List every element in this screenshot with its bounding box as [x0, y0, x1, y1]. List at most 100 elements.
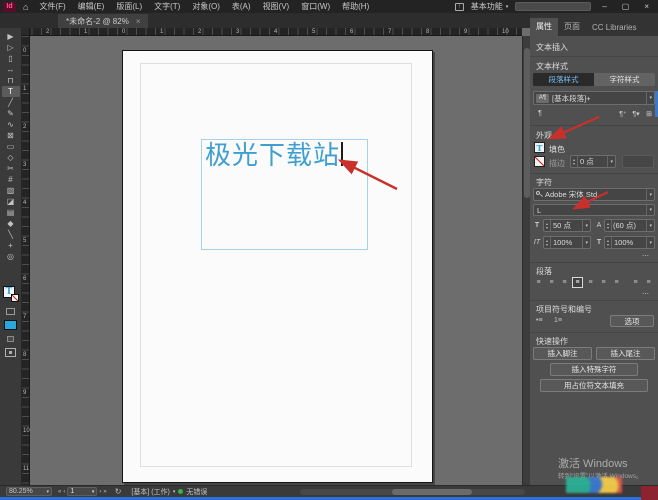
page-tool-icon[interactable]: ▯ [2, 53, 20, 64]
gradient-tool-icon[interactable]: ▧ [2, 185, 20, 196]
minimize-button[interactable]: – [598, 2, 610, 11]
close-button[interactable]: × [640, 2, 653, 11]
justify-last-left-icon[interactable]: ≡ [572, 277, 583, 288]
font-size-stepper[interactable]: ▴ ▾ 50 点 ▾ [543, 219, 591, 232]
app-logo-icon[interactable]: Id [3, 1, 16, 12]
content-collector-tool-icon[interactable]: ⊓ [2, 75, 20, 86]
insert-endnote-button[interactable]: 插入尾注 [596, 347, 655, 360]
view-mode-icon[interactable] [5, 348, 16, 357]
next-page-button[interactable]: › [99, 489, 101, 495]
paragraph-style-dropdown[interactable]: A¶ [基本段落]+ ▾ [533, 91, 655, 105]
pilcrow-icon[interactable]: ¶ [535, 110, 545, 117]
font-style-dropdown[interactable]: L ▾ [533, 204, 655, 216]
menubar-item-4[interactable]: 对象(O) [186, 1, 226, 12]
workspace-switcher[interactable]: 基本功能 ▾ [471, 1, 509, 12]
style-panel-icon[interactable]: ⊞ [644, 110, 654, 118]
text-stroke-swatch[interactable] [11, 294, 19, 302]
apply-color-icon[interactable] [7, 336, 14, 342]
frame-text[interactable]: 极光下载站 [202, 140, 367, 171]
document-tab[interactable]: *未命名-2 @ 82% × [58, 14, 149, 28]
pencil-tool-icon[interactable]: ∿ [2, 119, 20, 130]
insert-footnote-button[interactable]: 插入脚注 [533, 347, 592, 360]
insert-special-character-button[interactable]: 插入特殊字符 [550, 363, 638, 376]
free-transform-tool-icon[interactable]: # [2, 174, 20, 185]
rotate-view-icon[interactable]: ↻ [115, 487, 122, 496]
stroke-color-swatch[interactable] [534, 156, 545, 167]
restore-button[interactable]: ▢ [618, 2, 634, 11]
menubar-item-2[interactable]: 版面(L) [110, 1, 148, 12]
gradient-feather-tool-icon[interactable]: ◪ [2, 196, 20, 207]
stroke-weight-stepper[interactable]: ▴ ▾ 0 点 ▾ [570, 155, 616, 168]
scissors-tool-icon[interactable]: ✂ [2, 163, 20, 174]
fill-with-placeholder-text-button[interactable]: 用占位符文本填充 [540, 379, 648, 392]
rectangle-frame-tool-icon[interactable]: ⊠ [2, 130, 20, 141]
share-icon[interactable]: ↑ [454, 2, 464, 11]
align-center-icon[interactable]: ≡ [546, 277, 557, 288]
previous-page-button[interactable]: ‹ [63, 489, 65, 495]
font-family-dropdown[interactable]: Adobe 宋体 Std ▾ [533, 188, 655, 201]
paragraph-styles-tab[interactable]: 段落样式 [533, 73, 594, 86]
direct-selection-tool-icon[interactable]: ▷ [2, 42, 20, 53]
tab-close-icon[interactable]: × [136, 17, 141, 26]
horizontal-ruler[interactable]: 2 1 0 1 2 3 4 5 6 7 8 9 10 [22, 28, 522, 36]
first-page-button[interactable]: « [58, 489, 61, 495]
horizontal-scrollbar[interactable] [300, 489, 525, 495]
search-input[interactable] [515, 2, 592, 11]
rectangle-tool-icon[interactable]: ▭ [2, 141, 20, 152]
panel-tab-1[interactable]: 页面 [558, 18, 586, 36]
menubar-item-7[interactable]: 窗口(W) [295, 1, 336, 12]
new-paragraph-style-icon[interactable]: ¶⁺ [618, 110, 628, 118]
formatting-affects-icon[interactable] [6, 308, 15, 315]
numbered-list-icon[interactable]: 1≡ [554, 317, 562, 324]
bulleted-list-icon[interactable]: •≡ [536, 317, 543, 324]
ruler-origin-box[interactable] [22, 28, 30, 36]
vertical-ruler[interactable]: 0 1 2 3 4 5 6 7 8 9 10 11 [22, 36, 30, 485]
menubar-item-1[interactable]: 编辑(E) [72, 1, 111, 12]
menubar-item-3[interactable]: 文字(T) [148, 1, 186, 12]
bullets-options-button[interactable]: 选项 [610, 315, 654, 327]
line-tool-icon[interactable]: ╱ [2, 97, 20, 108]
fill-label[interactable]: 填色 [549, 144, 565, 155]
more-options-icon[interactable]: ⋯ [642, 290, 650, 298]
align-away-from-spine-icon[interactable]: ≡ [643, 277, 654, 288]
panel-tab-0[interactable]: 属性 [530, 18, 558, 36]
page-number-field[interactable]: 1 ▾ [67, 487, 98, 496]
justify-all-icon[interactable]: ≡ [611, 277, 622, 288]
menubar-item-0[interactable]: 文件(F) [33, 1, 71, 12]
preflight-menu[interactable]: [基本] (工作) ▾ 无错误 [131, 487, 207, 497]
zoom-level-dropdown[interactable]: 80.25% ▾ [6, 487, 52, 496]
justify-last-right-icon[interactable]: ≡ [598, 277, 609, 288]
last-page-button[interactable]: » [103, 489, 106, 495]
horizontal-scale-stepper[interactable]: ▴ ▾ 100% ▾ [604, 236, 655, 249]
text-frame[interactable]: 极光下载站 [201, 139, 368, 250]
align-toward-spine-icon[interactable]: ≡ [630, 277, 641, 288]
menubar-item-8[interactable]: 帮助(H) [336, 1, 375, 12]
panel-tab-2[interactable]: CC Libraries [586, 20, 642, 36]
vertical-scale-stepper[interactable]: ▴ ▾ 100% ▾ [543, 236, 591, 249]
vertical-scrollbar[interactable] [522, 36, 530, 485]
hand-tool-icon[interactable]: + [2, 240, 20, 251]
polygon-tool-icon[interactable]: ◇ [2, 152, 20, 163]
leading-stepper[interactable]: ▴ ▾ (60 点) ▾ [604, 219, 655, 232]
color-theme-tool-icon[interactable]: ◆ [2, 218, 20, 229]
stroke-label[interactable]: 描边 [549, 158, 565, 169]
justify-last-center-icon[interactable]: ≡ [585, 277, 596, 288]
eyedropper-tool-icon[interactable]: ╲ [2, 229, 20, 240]
gap-tool-icon[interactable]: ↔ [2, 64, 20, 75]
align-left-icon[interactable]: ≡ [533, 277, 544, 288]
horizontal-scrollbar-thumb[interactable] [392, 489, 472, 495]
menubar-item-5[interactable]: 表(A) [226, 1, 257, 12]
style-options-icon[interactable]: ¶▾ [631, 110, 641, 118]
note-tool-icon[interactable]: ▤ [2, 207, 20, 218]
home-icon[interactable]: ⌂ [23, 2, 28, 12]
fill-color-swatch[interactable]: T [534, 142, 545, 153]
menubar-item-6[interactable]: 视图(V) [257, 1, 296, 12]
align-right-icon[interactable]: ≡ [559, 277, 570, 288]
selection-tool-icon[interactable]: ▶ [2, 31, 20, 42]
zoom-tool-icon[interactable]: ◎ [2, 251, 20, 262]
pen-tool-icon[interactable]: ✎ [2, 108, 20, 119]
more-options-icon[interactable]: ⋯ [642, 252, 650, 260]
fill-color-swatch[interactable] [4, 320, 17, 330]
character-styles-tab[interactable]: 字符样式 [594, 73, 655, 86]
type-tool-icon[interactable]: T [1, 86, 20, 97]
